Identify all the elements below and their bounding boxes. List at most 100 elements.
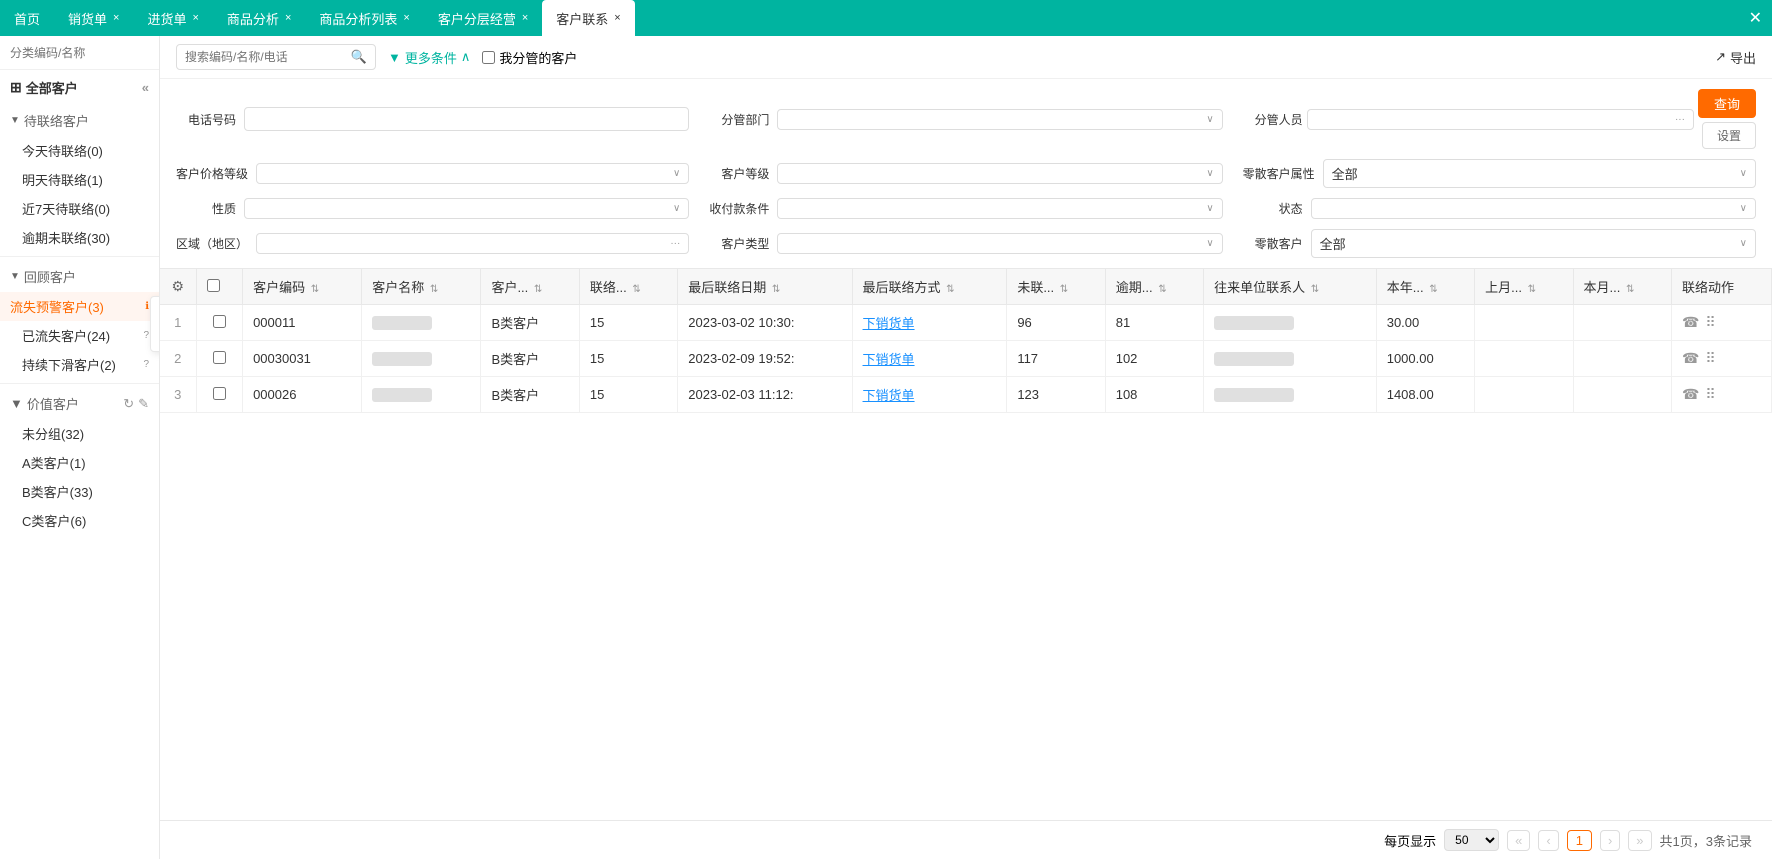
next-page-btn[interactable]: › — [1600, 830, 1620, 851]
sidebar-item-churned[interactable]: 已流失客户(24) ? — [0, 321, 159, 350]
td-this-month-1 — [1573, 341, 1671, 377]
sort-method-icon[interactable]: ⇅ — [946, 284, 954, 295]
method-link-2[interactable]: 下销货单 — [863, 388, 915, 403]
sort-this-month-icon[interactable]: ⇅ — [1626, 284, 1634, 295]
method-link-1[interactable]: 下销货单 — [863, 352, 915, 367]
sidebar-item-week-pending[interactable]: 近7天待联络(0) — [0, 194, 159, 223]
sidebar-item-tomorrow-pending[interactable]: 明天待联络(1) — [0, 165, 159, 194]
tab-customer-tier[interactable]: 客户分层经营 × — [424, 0, 542, 36]
sidebar-item-class-c[interactable]: C类客户(6) — [0, 506, 159, 535]
customer-level-label: 客户等级 — [709, 165, 769, 182]
sidebar-group-value-customers[interactable]: ▼ 价值客户 ↻ ✎ — [0, 388, 159, 419]
filter-row-dept: 分管部门 ∨ — [709, 89, 1222, 149]
sidebar-group-pending[interactable]: ▼ 待联络客户 — [0, 105, 159, 136]
tab-customer-contact[interactable]: 客户联系 × — [542, 0, 634, 36]
sort-last-month-icon[interactable]: ⇅ — [1528, 284, 1536, 295]
contact-action-icon-0[interactable]: ☎ — [1682, 314, 1699, 331]
tab-purchase[interactable]: 进货单 × — [133, 0, 212, 36]
gender-label: 性质 — [176, 200, 236, 217]
close-sales-tab[interactable]: × — [113, 12, 119, 24]
sort-uncontacted-icon[interactable]: ⇅ — [1060, 284, 1068, 295]
export-btn[interactable]: ↗ 导出 — [1715, 48, 1756, 67]
th-uncontacted: 未联... ⇅ — [1007, 269, 1105, 305]
zero-customer-select[interactable]: 全部 ∨ — [1311, 229, 1756, 258]
settings-btn[interactable]: 设置 — [1702, 122, 1756, 149]
sidebar-item-class-b[interactable]: B类客户(33) — [0, 477, 159, 506]
more-action-icon-1[interactable]: ⠿ — [1705, 350, 1715, 367]
table-settings-icon[interactable]: ⚙ — [171, 278, 184, 294]
sort-overdue-icon[interactable]: ⇅ — [1158, 284, 1166, 295]
more-action-icon-2[interactable]: ⠿ — [1705, 386, 1715, 403]
sidebar-search-input[interactable] — [10, 46, 160, 60]
sort-contact-person-icon[interactable]: ⇅ — [1311, 284, 1319, 295]
close-goods-analysis-tab[interactable]: × — [285, 12, 291, 24]
contact-action-icon-1[interactable]: ☎ — [1682, 350, 1699, 367]
td-last-month-1 — [1475, 341, 1573, 377]
td-uncontacted-0: 96 — [1007, 305, 1105, 341]
sort-name-icon[interactable]: ⇅ — [430, 284, 438, 295]
sidebar-collapse-btn[interactable]: « — [142, 80, 149, 95]
row-checkbox-1[interactable] — [213, 351, 226, 364]
area-select[interactable]: ··· — [256, 233, 689, 254]
area-arrow: ··· — [670, 238, 680, 249]
last-page-btn[interactable]: » — [1628, 830, 1651, 851]
customer-type-select[interactable]: ∨ — [777, 233, 1222, 254]
more-action-icon-0[interactable]: ⠿ — [1705, 314, 1715, 331]
sidebar-item-ungrouped[interactable]: 未分组(32) — [0, 419, 159, 448]
manager-select[interactable]: ··· — [1307, 109, 1694, 130]
row-checkbox-0[interactable] — [213, 315, 226, 328]
zero-retail-label: 零散客户属性 — [1243, 165, 1315, 182]
search-submit-icon[interactable]: 🔍 — [351, 49, 367, 65]
zero-retail-select[interactable]: 全部 ∨ — [1323, 159, 1756, 188]
payment-select[interactable]: ∨ — [777, 198, 1222, 219]
sidebar-item-overdue-pending[interactable]: 逾期未联络(30) — [0, 223, 159, 252]
sort-type-icon[interactable]: ⇅ — [534, 284, 542, 295]
sidebar-item-today-pending[interactable]: 今天待联络(0) — [0, 136, 159, 165]
th-checkbox — [196, 269, 243, 305]
td-type-2: B类客户 — [481, 377, 579, 413]
close-purchase-tab[interactable]: × — [192, 12, 198, 24]
edit-icon-value[interactable]: ✎ — [138, 396, 149, 412]
sidebar-item-churn-warning[interactable]: 流失预警客户(3) ℹ — [0, 292, 159, 321]
sort-date-icon[interactable]: ⇅ — [772, 284, 780, 295]
close-all-tabs[interactable]: ✕ — [1749, 8, 1762, 28]
tab-goods-analysis[interactable]: 商品分析 × — [213, 0, 305, 36]
first-page-btn[interactable]: « — [1507, 830, 1530, 851]
my-customers-checkbox[interactable]: 我分管的客户 — [482, 48, 577, 67]
method-link-0[interactable]: 下销货单 — [863, 316, 915, 331]
price-level-select[interactable]: ∨ — [256, 163, 689, 184]
gender-select[interactable]: ∨ — [244, 198, 689, 219]
customer-level-select[interactable]: ∨ — [777, 163, 1222, 184]
tab-home[interactable]: 首页 — [0, 0, 54, 36]
tab-sales[interactable]: 销货单 × — [54, 0, 133, 36]
phone-input[interactable] — [244, 107, 689, 131]
page-size-select[interactable]: 50 100 — [1444, 829, 1499, 851]
sidebar-group-review[interactable]: ▼ 回顾客户 — [0, 261, 159, 292]
select-all-checkbox[interactable] — [207, 279, 220, 292]
tab-goods-list[interactable]: 商品分析列表 × — [305, 0, 423, 36]
row-checkbox-2[interactable] — [213, 387, 226, 400]
query-btn[interactable]: 查询 — [1698, 89, 1756, 118]
status-label: 状态 — [1243, 200, 1303, 217]
top-navigation: 首页 销货单 × 进货单 × 商品分析 × 商品分析列表 × 客户分层经营 × … — [0, 0, 1772, 36]
my-customers-check[interactable] — [482, 51, 495, 64]
question-icon-declining: ? — [143, 359, 149, 370]
refresh-icon-value[interactable]: ↻ — [123, 396, 134, 412]
sort-this-year-icon[interactable]: ⇅ — [1429, 284, 1437, 295]
prev-page-btn[interactable]: ‹ — [1538, 830, 1558, 851]
status-select[interactable]: ∨ — [1311, 198, 1756, 219]
main-search-input[interactable] — [185, 50, 351, 64]
dept-select[interactable]: ∨ — [777, 109, 1222, 130]
sort-contact-icon[interactable]: ⇅ — [632, 284, 640, 295]
sort-code-icon[interactable]: ⇅ — [311, 284, 319, 295]
sidebar-item-class-a[interactable]: A类客户(1) — [0, 448, 159, 477]
close-customer-tier-tab[interactable]: × — [522, 12, 528, 24]
more-conditions-btn[interactable]: ▼ 更多条件 ∧ — [388, 48, 470, 67]
sidebar-all-customers[interactable]: ⊞ 全部客户 « — [0, 70, 159, 105]
td-this-year-0: 30.00 — [1376, 305, 1474, 341]
close-goods-list-tab[interactable]: × — [403, 12, 409, 24]
contact-action-icon-2[interactable]: ☎ — [1682, 386, 1699, 403]
sidebar-search-container: 🔍 — [0, 36, 159, 70]
sidebar-item-declining[interactable]: 持续下滑客户(2) ? — [0, 350, 159, 379]
close-customer-contact-tab[interactable]: × — [614, 12, 620, 24]
